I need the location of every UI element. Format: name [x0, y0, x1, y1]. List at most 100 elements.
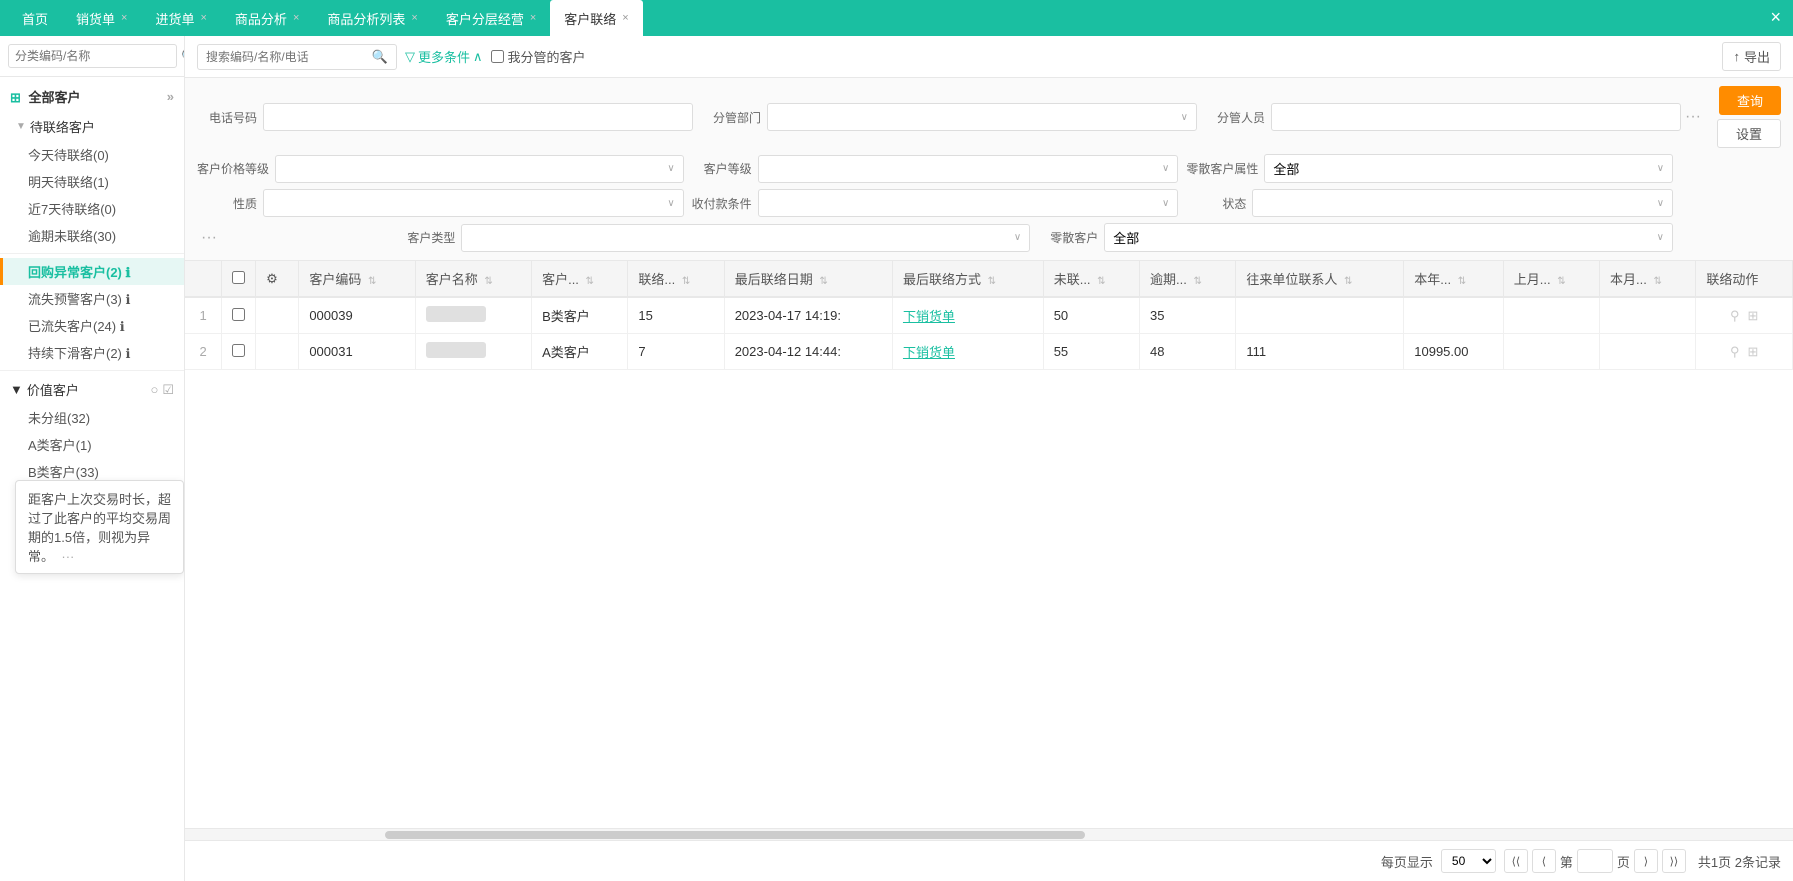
col-this-month[interactable]: 本月... ⇅ [1600, 261, 1696, 297]
filter-search-input[interactable] [206, 50, 372, 64]
table-header-row: ⚙ 客户编码 ⇅ 客户名称 ⇅ 客户... ⇅ [185, 261, 1793, 297]
payment-select[interactable]: ∨ [758, 189, 1179, 217]
row-1-last-method[interactable]: 下销货单 [892, 297, 1043, 334]
phone-input[interactable] [263, 103, 693, 131]
content-area: 🔍 ▽ 更多条件 ∧ 我分管的客户 ↑ 导出 电话号码 [185, 36, 1793, 881]
export-button[interactable]: ↑ 导出 [1722, 42, 1781, 71]
close-icon[interactable]: × [200, 12, 206, 24]
nav-sales-order[interactable]: 销货单 × [62, 0, 141, 36]
check-icon[interactable]: ☑ [162, 382, 174, 398]
page-input[interactable]: 1 [1577, 849, 1613, 873]
nav-purchase-order[interactable]: 进货单 × [141, 0, 220, 36]
sidebar-item-repurchase-abnormal[interactable]: 回购异常客户(2) ℹ [0, 258, 184, 285]
close-all-tabs-button[interactable]: × [1770, 8, 1781, 26]
scrollbar-thumb[interactable] [385, 831, 1085, 839]
settings-button[interactable]: 设置 [1717, 119, 1781, 148]
select-all-checkbox[interactable] [232, 271, 245, 284]
row-2-name[interactable] [415, 334, 531, 370]
my-customers-filter[interactable]: 我分管的客户 [491, 47, 586, 66]
sidebar-item-ungroup[interactable]: 未分组(32) [0, 404, 184, 431]
sidebar-item-declining[interactable]: 持续下滑客户(2) ℹ [0, 339, 184, 366]
retail-select[interactable]: 全部 ∨ [1104, 223, 1673, 252]
link-icon-1[interactable]: ⚲ [1730, 308, 1740, 324]
grid-icon-2[interactable]: ⊞ [1747, 344, 1758, 360]
col-last-method[interactable]: 最后联络方式 ⇅ [892, 261, 1043, 297]
col-code[interactable]: 客户编码 ⇅ [299, 261, 415, 297]
sidebar-item-class-a[interactable]: A类客户(1) [0, 431, 184, 458]
page-next-button[interactable]: ⟩ [1634, 849, 1658, 873]
sidebar: 🔍 ⊞ 全部客户 » ▼ 待联络客户 今天待联络(0) 明天待联络(1) [0, 36, 185, 881]
close-icon[interactable]: × [411, 12, 417, 24]
dept-select[interactable]: ∨ [767, 103, 1197, 131]
filter-retail: 零散客户 全部 ∨ [1038, 223, 1673, 252]
close-icon[interactable]: × [121, 12, 127, 24]
row-1-checkbox[interactable] [232, 308, 245, 321]
nav-product-analysis[interactable]: 商品分析 × [221, 0, 313, 36]
customer-type-select[interactable]: ∨ [461, 224, 1030, 252]
sidebar-divider [0, 253, 184, 254]
col-overdue[interactable]: 逾期... ⇅ [1140, 261, 1236, 297]
nature-select[interactable]: ∨ [263, 189, 684, 217]
retail-attr-select[interactable]: 全部 ∨ [1264, 154, 1673, 183]
status-select[interactable]: ∨ [1252, 189, 1673, 217]
close-icon[interactable]: × [530, 12, 536, 24]
search-icon[interactable]: 🔍 [372, 49, 388, 65]
collapse-icon[interactable]: » [167, 89, 174, 104]
per-page-select[interactable]: 50 20 100 [1441, 849, 1496, 873]
sidebar-item-7days-pending[interactable]: 近7天待联络(0) [0, 195, 184, 222]
row-checkbox-1[interactable] [222, 297, 256, 334]
page-last-button[interactable]: ⟩⟩ [1662, 849, 1686, 873]
col-uncontacted[interactable]: 未联... ⇅ [1043, 261, 1139, 297]
sidebar-item-tomorrow-pending[interactable]: 明天待联络(1) [0, 168, 184, 195]
manager-input[interactable] [1271, 103, 1681, 131]
price-grade-select[interactable]: ∨ [275, 155, 684, 183]
customer-grade-select[interactable]: ∨ [758, 155, 1179, 183]
nav-product-analysis-list[interactable]: 商品分析列表 × [313, 0, 431, 36]
row-1-name[interactable] [415, 297, 531, 334]
sidebar-group-pending-header[interactable]: ▼ 待联络客户 [0, 112, 184, 141]
dots-icon-2[interactable]: ··· [201, 229, 217, 247]
col-last-month[interactable]: 上月... ⇅ [1503, 261, 1599, 297]
link-icon-2[interactable]: ⚲ [1730, 344, 1740, 360]
horizontal-scrollbar[interactable] [185, 828, 1793, 840]
tooltip-box: 距客户上次交易时长，超过了此客户的平均交易周期的1.5倍，则视为异常。 ··· [15, 480, 184, 574]
close-icon[interactable]: × [293, 12, 299, 24]
nav-customer-contact[interactable]: 客户联络 × [550, 0, 642, 36]
close-icon[interactable]: × [622, 12, 628, 24]
sidebar-value-customers-header[interactable]: ▼ 价值客户 ○ ☑ [0, 375, 184, 404]
sidebar-item-churned[interactable]: 已流失客户(24) ℹ [0, 312, 184, 339]
query-button[interactable]: 查询 [1719, 86, 1781, 115]
chevron-down-icon: ∨ [1162, 163, 1169, 174]
page-prev-button[interactable]: ⟨ [1532, 849, 1556, 873]
chevron-up-icon: ∧ [473, 49, 483, 65]
col-action: 联络动作 [1696, 261, 1793, 297]
row-2-checkbox[interactable] [232, 344, 245, 357]
row-2-last-method[interactable]: 下销货单 [892, 334, 1043, 370]
col-contact[interactable]: 联络... ⇅ [628, 261, 724, 297]
table-row-2: 2 000031 A类客户 7 2023-04-12 14:44: 下销货单 [185, 334, 1793, 370]
sidebar-item-today-pending[interactable]: 今天待联络(0) [0, 141, 184, 168]
nav-home[interactable]: 首页 [8, 0, 62, 36]
col-name[interactable]: 客户名称 ⇅ [415, 261, 531, 297]
page-first-button[interactable]: ⟨⟨ [1504, 849, 1528, 873]
sidebar-item-overdue-pending[interactable]: 逾期未联络(30) [0, 222, 184, 249]
more-conditions-button[interactable]: ▽ 更多条件 ∧ [405, 47, 483, 66]
col-settings[interactable]: ⚙ [256, 261, 299, 297]
nav-customer-segment[interactable]: 客户分层经营 × [432, 0, 550, 36]
col-this-year[interactable]: 本年... ⇅ [1404, 261, 1503, 297]
col-last-date[interactable]: 最后联络日期 ⇅ [724, 261, 892, 297]
my-customers-checkbox[interactable] [491, 50, 504, 63]
filter-price-grade: 客户价格等级 ∨ [197, 155, 684, 183]
circle-icon[interactable]: ○ [150, 382, 158, 398]
col-level[interactable]: 客户... ⇅ [532, 261, 628, 297]
col-history-contact[interactable]: 往来单位联系人 ⇅ [1236, 261, 1404, 297]
advanced-filters: 电话号码 分管部门 ∨ 分管人员 ··· 查询 设置 [185, 78, 1793, 261]
top-navigation: 首页 销货单 × 进货单 × 商品分析 × 商品分析列表 × 客户分层经营 × … [0, 0, 1793, 36]
data-table-container: ⚙ 客户编码 ⇅ 客户名称 ⇅ 客户... ⇅ [185, 261, 1793, 828]
sidebar-item-churn-warning[interactable]: 流失预警客户(3) ℹ [0, 285, 184, 312]
sidebar-search-input[interactable] [8, 44, 177, 68]
phone-label: 电话号码 [197, 109, 257, 126]
grid-icon-1[interactable]: ⊞ [1747, 308, 1758, 324]
row-checkbox-2[interactable] [222, 334, 256, 370]
dots-icon[interactable]: ··· [1685, 108, 1701, 126]
